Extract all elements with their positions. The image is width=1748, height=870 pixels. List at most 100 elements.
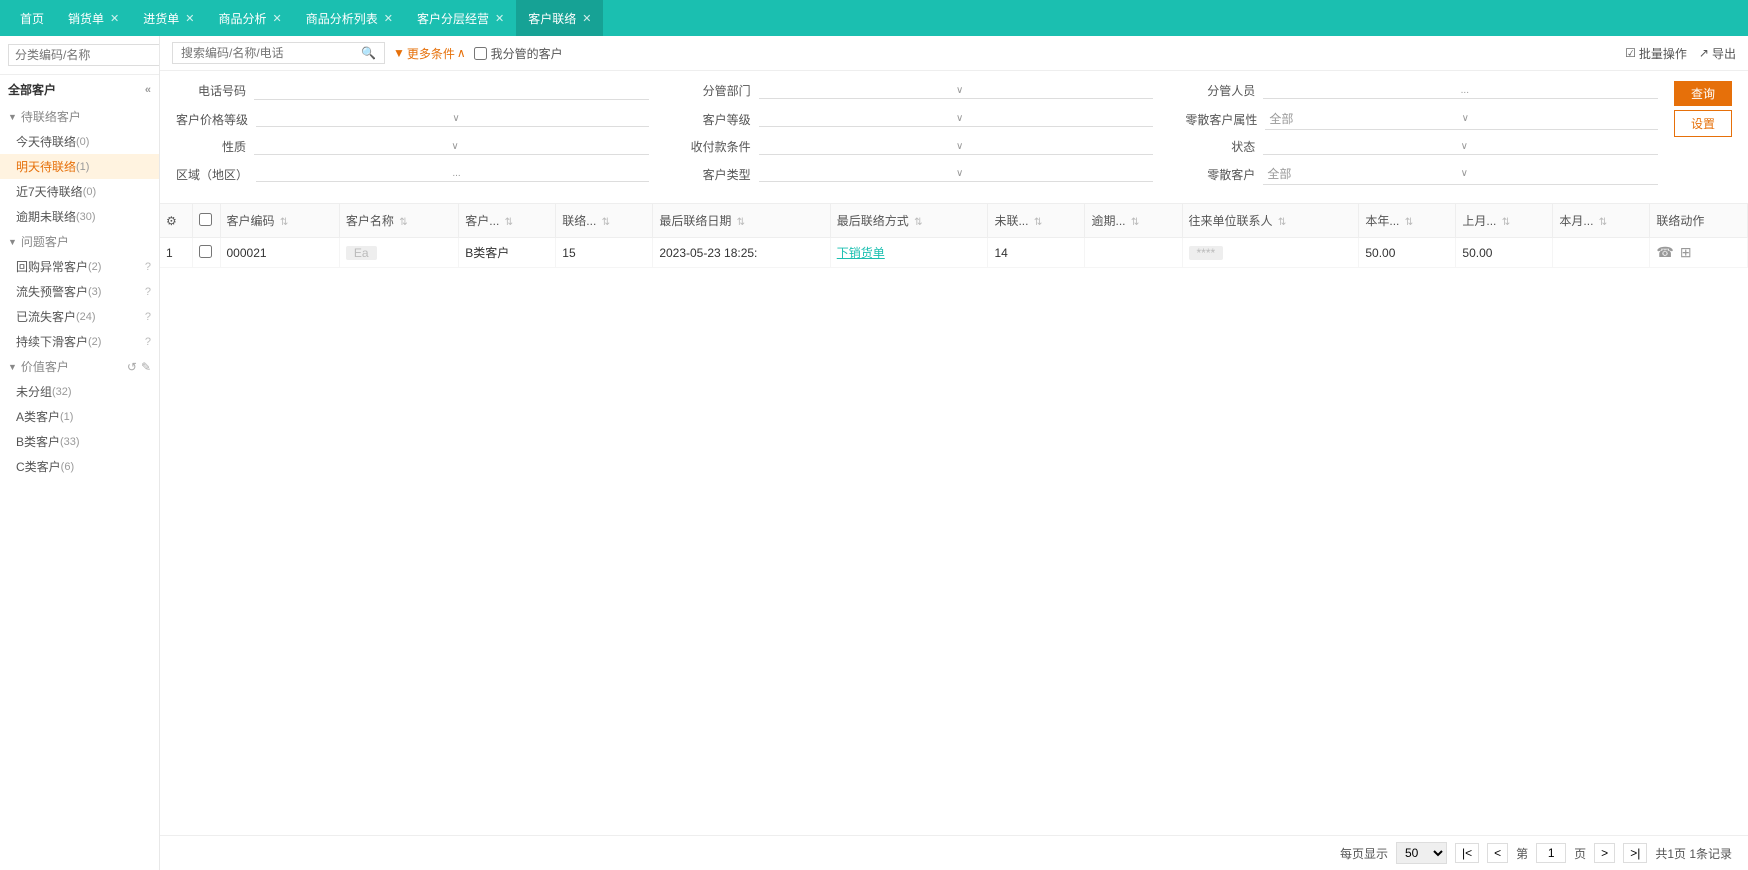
th-name[interactable]: 客户名称 ⇅ xyxy=(339,204,458,238)
my-customers-checkbox[interactable]: 我分管的客户 xyxy=(474,45,563,62)
nav-customer-contact[interactable]: 客户联络 ✕ xyxy=(516,0,603,36)
th-last-month[interactable]: 上月... ⇅ xyxy=(1456,204,1553,238)
filter-status-select[interactable]: ∨ xyxy=(1263,139,1658,155)
settings-gear-icon[interactable]: ⚙ xyxy=(166,214,177,228)
sidebar-item-churned[interactable]: 已流失客户 (24) ? xyxy=(0,304,159,329)
value-customers-edit-icon[interactable]: ✎ xyxy=(141,360,151,374)
th-contacts[interactable]: 联络... ⇅ xyxy=(556,204,653,238)
nav-home[interactable]: 首页 xyxy=(8,0,56,36)
sort-type-icon[interactable]: ⇅ xyxy=(505,217,513,228)
next-page-btn[interactable]: > xyxy=(1594,843,1615,863)
sort-last-contact-date-icon[interactable]: ⇅ xyxy=(737,217,745,228)
close-customer-tiering-icon[interactable]: ✕ xyxy=(495,12,504,25)
sort-contacts-icon[interactable]: ⇅ xyxy=(602,217,610,228)
sidebar-item-ungrouped[interactable]: 未分组 (32) xyxy=(0,379,159,404)
page-number-input[interactable] xyxy=(1536,843,1566,863)
sidebar-collapse-icon[interactable]: « xyxy=(145,84,151,96)
row-checkbox[interactable] xyxy=(199,245,212,258)
filter-customer-grade-select[interactable]: ∨ xyxy=(759,111,1154,127)
all-customers-header[interactable]: 全部客户 « xyxy=(0,75,159,104)
query-button[interactable]: 查询 xyxy=(1674,81,1732,106)
th-checkbox[interactable] xyxy=(192,204,220,238)
help-icon-churned[interactable]: ? xyxy=(145,311,151,323)
close-product-analysis-icon[interactable]: ✕ xyxy=(273,12,282,25)
filter-price-grade-select[interactable]: ∨ xyxy=(256,111,649,127)
close-product-analysis-list-icon[interactable]: ✕ xyxy=(384,12,393,25)
filter-payment-select[interactable]: ∨ xyxy=(759,139,1154,155)
contact-action-icon[interactable]: ☎ xyxy=(1656,244,1673,261)
sort-last-month-icon[interactable]: ⇅ xyxy=(1502,217,1510,228)
group-value-customers[interactable]: 价值客户 ↺ ✎ xyxy=(0,354,159,379)
batch-operation-btn[interactable]: ☑ 批量操作 xyxy=(1625,45,1687,62)
sidebar-item-7days-contact[interactable]: 近7天待联络 (0) xyxy=(0,179,159,204)
sidebar-search-input[interactable] xyxy=(8,44,160,66)
sort-name-icon[interactable]: ⇅ xyxy=(399,217,407,228)
page-size-select[interactable]: 50 20 100 xyxy=(1396,842,1447,864)
th-no-contact[interactable]: 未联... ⇅ xyxy=(988,204,1085,238)
last-page-btn[interactable]: >| xyxy=(1623,843,1647,863)
nav-purchase-order[interactable]: 进货单 ✕ xyxy=(131,0,206,36)
export-btn[interactable]: ↗ 导出 xyxy=(1699,45,1736,62)
sort-overdue-icon[interactable]: ⇅ xyxy=(1131,217,1139,228)
th-settings[interactable]: ⚙ xyxy=(160,204,192,238)
th-this-year[interactable]: 本年... ⇅ xyxy=(1359,204,1456,238)
th-overdue[interactable]: 逾期... ⇅ xyxy=(1085,204,1182,238)
first-page-btn[interactable]: |< xyxy=(1455,843,1479,863)
sidebar-item-overdue-contact[interactable]: 逾期未联络 (30) xyxy=(0,204,159,229)
filter-phone-label: 电话号码 xyxy=(176,82,246,99)
cell-last-contact-method[interactable]: 下销货单 xyxy=(830,238,988,268)
sidebar-item-tomorrow-contact[interactable]: 明天待联络 (1) xyxy=(0,154,159,179)
value-customers-refresh-icon[interactable]: ↺ xyxy=(127,360,137,374)
filter-retail-customer-label: 零散客户 xyxy=(1185,166,1255,183)
th-contact-person[interactable]: 往来单位联系人 ⇅ xyxy=(1182,204,1359,238)
my-customers-check[interactable] xyxy=(474,47,487,60)
filter-dept-select[interactable]: ∨ xyxy=(759,83,1154,99)
filter-nature-select[interactable]: ∨ xyxy=(254,139,649,155)
sort-this-month-icon[interactable]: ⇅ xyxy=(1599,217,1607,228)
last-contact-method-link[interactable]: 下销货单 xyxy=(837,246,885,260)
filter-customer-type-select[interactable]: ∨ xyxy=(759,166,1154,182)
sort-contact-person-icon[interactable]: ⇅ xyxy=(1278,217,1286,228)
th-last-contact-method[interactable]: 最后联络方式 ⇅ xyxy=(830,204,988,238)
filter-region-select[interactable]: ... xyxy=(256,166,649,182)
sort-last-contact-method-icon[interactable]: ⇅ xyxy=(914,217,922,228)
close-customer-contact-icon[interactable]: ✕ xyxy=(582,12,591,25)
select-all-checkbox[interactable] xyxy=(199,213,212,226)
filter-retail-customer-select[interactable]: 全部 ∨ xyxy=(1263,163,1658,185)
nav-product-analysis[interactable]: 商品分析 ✕ xyxy=(206,0,293,36)
sidebar-item-class-c[interactable]: C类客户 (6) xyxy=(0,454,159,479)
sidebar-item-today-contact[interactable]: 今天待联络 (0) xyxy=(0,129,159,154)
cell-checkbox[interactable] xyxy=(192,238,220,268)
nav-product-analysis-list[interactable]: 商品分析列表 ✕ xyxy=(294,0,405,36)
group-problem-customers[interactable]: 问题客户 xyxy=(0,229,159,254)
group-pending-contact[interactable]: 待联络客户 xyxy=(0,104,159,129)
filter-manager-select[interactable]: ... xyxy=(1263,83,1658,99)
th-type[interactable]: 客户... ⇅ xyxy=(459,204,556,238)
filter-retail-attr-select[interactable]: 全部 ∨ xyxy=(1265,108,1658,130)
nav-customer-tiering[interactable]: 客户分层经营 ✕ xyxy=(405,0,516,36)
close-sales-order-icon[interactable]: ✕ xyxy=(110,12,119,25)
prev-page-btn[interactable]: < xyxy=(1487,843,1508,863)
sidebar-item-class-a[interactable]: A类客户 (1) xyxy=(0,404,159,429)
sort-code-icon[interactable]: ⇅ xyxy=(280,217,288,228)
sidebar-item-churn-warning[interactable]: 流失预警客户 (3) ? xyxy=(0,279,159,304)
filter-phone-input[interactable] xyxy=(254,81,649,100)
th-this-month[interactable]: 本月... ⇅ xyxy=(1553,204,1650,238)
sort-no-contact-icon[interactable]: ⇅ xyxy=(1034,217,1042,228)
sidebar-item-repurchase-abnormal[interactable]: 回购异常客户 (2) ? xyxy=(0,254,159,279)
nav-sales-order[interactable]: 销货单 ✕ xyxy=(56,0,131,36)
search-submit-icon[interactable]: 🔍 xyxy=(361,46,376,60)
more-conditions-btn[interactable]: ▼ 更多条件 ∧ xyxy=(393,45,466,62)
more-action-icon[interactable]: ⊞ xyxy=(1680,244,1692,261)
close-purchase-order-icon[interactable]: ✕ xyxy=(185,12,194,25)
help-icon-repurchase[interactable]: ? xyxy=(145,261,151,273)
th-code[interactable]: 客户编码 ⇅ xyxy=(220,204,339,238)
sidebar-item-class-b[interactable]: B类客户 (33) xyxy=(0,429,159,454)
sidebar-item-declining[interactable]: 持续下滑客户 (2) ? xyxy=(0,329,159,354)
help-icon-churn-warning[interactable]: ? xyxy=(145,286,151,298)
help-icon-declining[interactable]: ? xyxy=(145,336,151,348)
sort-this-year-icon[interactable]: ⇅ xyxy=(1405,217,1413,228)
search-input[interactable] xyxy=(181,46,361,60)
settings-button[interactable]: 设置 xyxy=(1674,110,1732,137)
th-last-contact-date[interactable]: 最后联络日期 ⇅ xyxy=(653,204,830,238)
